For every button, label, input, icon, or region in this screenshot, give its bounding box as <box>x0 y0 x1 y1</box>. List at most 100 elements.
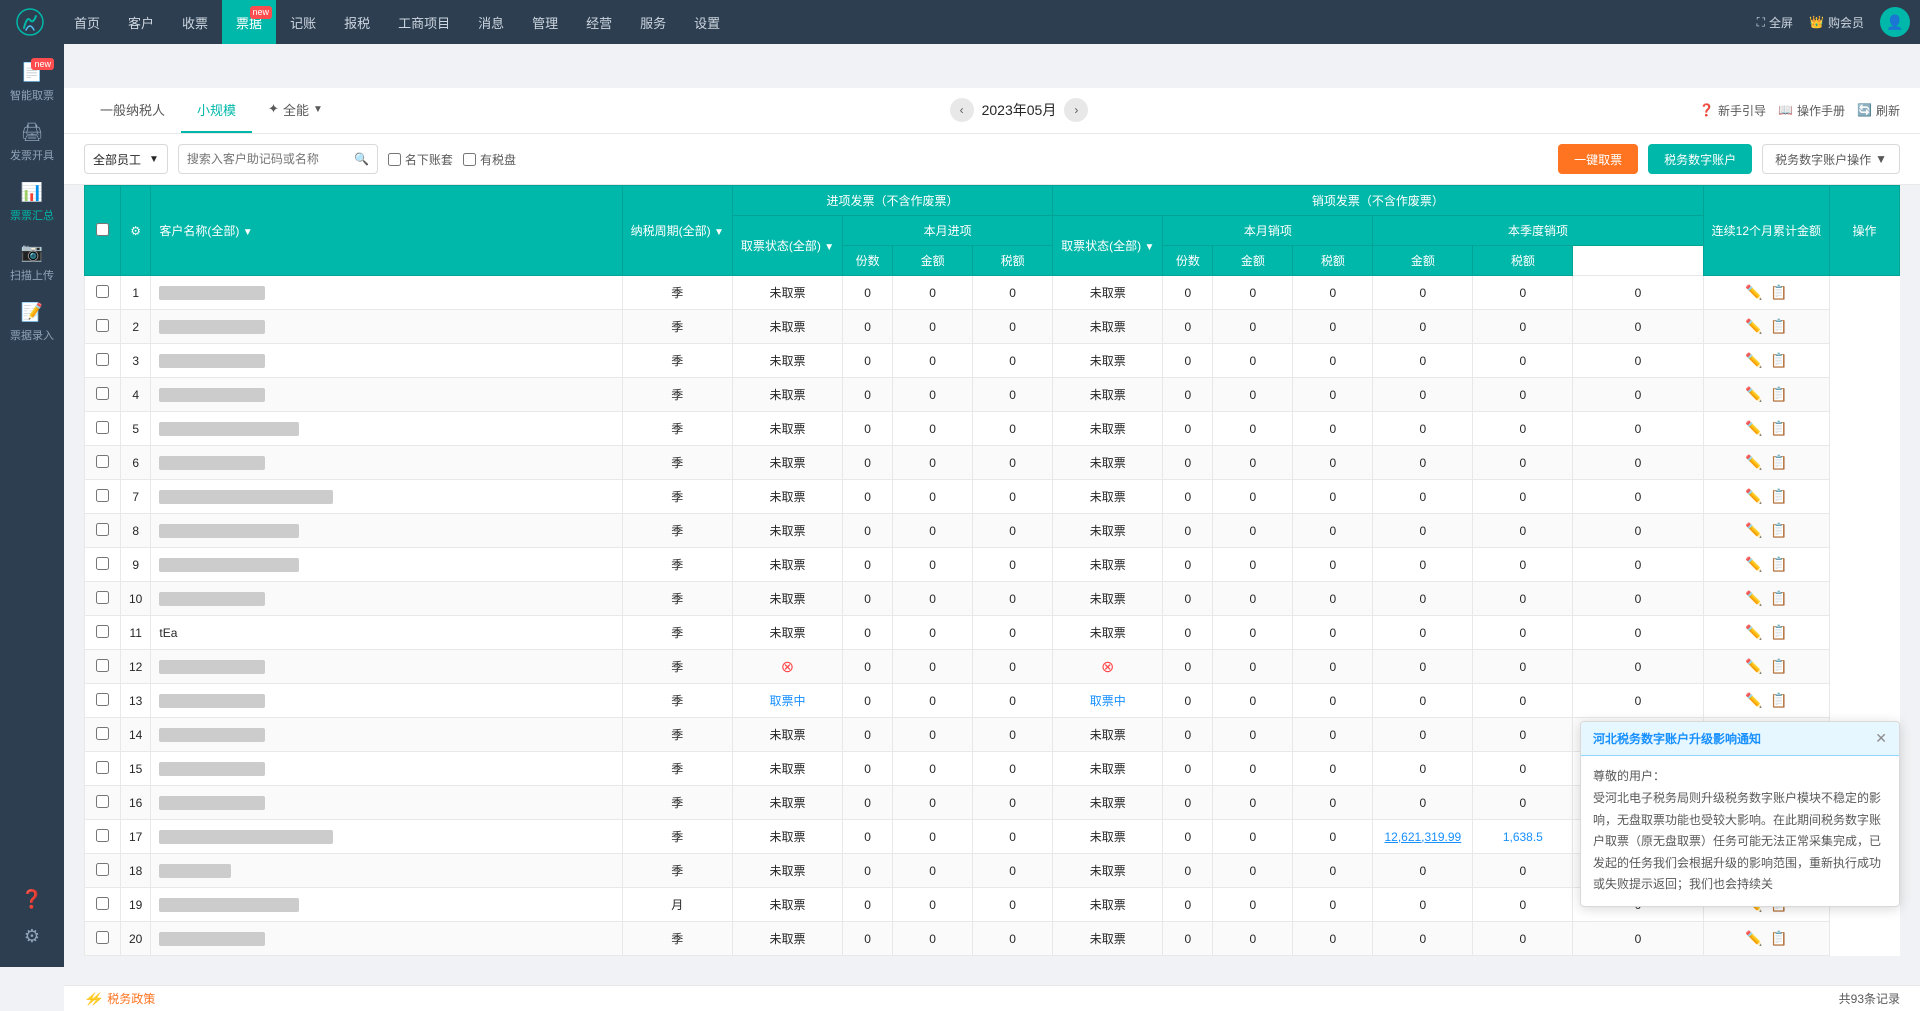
td-in-status[interactable]: 未取票 <box>732 888 842 922</box>
edit-btn[interactable]: ✏️ <box>1743 452 1764 473</box>
td-checkbox[interactable] <box>85 446 121 480</box>
td-out-status[interactable]: 未取票 <box>1053 310 1163 344</box>
copy-btn[interactable]: 📋 <box>1768 486 1789 507</box>
td-in-status[interactable]: 未取票 <box>732 922 842 956</box>
td-checkbox[interactable] <box>85 548 121 582</box>
td-checkbox[interactable] <box>85 752 121 786</box>
tax-policy-link[interactable]: ⚡ ⚡ 税务政策 <box>84 990 155 1007</box>
nav-business[interactable]: 工商项目 <box>384 0 464 44</box>
nav-manage[interactable]: 管理 <box>518 0 572 44</box>
nav-messages[interactable]: 消息 <box>464 0 518 44</box>
td-in-status[interactable]: 未取票 <box>732 854 842 888</box>
td-checkbox[interactable] <box>85 820 121 854</box>
employee-filter[interactable]: 全部员工 ▼ <box>84 144 168 174</box>
edit-btn[interactable]: ✏️ <box>1743 622 1764 643</box>
td-in-status[interactable]: 未取票 <box>732 412 842 446</box>
td-in-status[interactable]: 未取票 <box>732 378 842 412</box>
td-in-status[interactable]: 未取票 <box>732 548 842 582</box>
td-in-status[interactable]: 未取票 <box>732 446 842 480</box>
copy-btn[interactable]: 📋 <box>1768 554 1789 575</box>
settings-icon[interactable]: ⚙ <box>24 926 40 947</box>
edit-btn[interactable]: ✏️ <box>1743 384 1764 405</box>
td-out-status[interactable]: 未取票 <box>1053 344 1163 378</box>
td-season-amount[interactable]: 12,621,319.99 <box>1373 820 1473 854</box>
sidebar-item-invoice-summary[interactable]: 📊 票票汇总 <box>0 172 64 232</box>
fullscreen-btn[interactable]: ⛶ 全屏 <box>1757 14 1793 31</box>
name-accounts-checkbox[interactable]: 名下账套 <box>388 151 453 168</box>
select-all-checkbox[interactable] <box>96 223 109 236</box>
td-out-status[interactable]: 未取票 <box>1053 752 1163 786</box>
td-out-status[interactable]: 未取票 <box>1053 276 1163 310</box>
td-checkbox[interactable] <box>85 310 121 344</box>
td-in-status[interactable]: ⊗ <box>732 650 842 684</box>
copy-btn[interactable]: 📋 <box>1768 350 1789 371</box>
has-taxdisk-checkbox[interactable]: 有税盘 <box>463 151 516 168</box>
sidebar-item-smart-fetch[interactable]: 📄 智能取票 new <box>0 52 64 112</box>
tab-small-scale[interactable]: 小规模 <box>181 87 252 133</box>
td-out-status[interactable]: 未取票 <box>1053 922 1163 956</box>
sidebar-item-invoice-entry[interactable]: 📝 票据录入 <box>0 292 64 352</box>
search-icon[interactable]: 🔍 <box>354 152 369 166</box>
td-checkbox[interactable] <box>85 718 121 752</box>
td-checkbox[interactable] <box>85 344 121 378</box>
td-out-status[interactable]: 未取票 <box>1053 820 1163 854</box>
td-checkbox[interactable] <box>85 616 121 650</box>
td-out-status[interactable]: 未取票 <box>1053 718 1163 752</box>
td-in-status[interactable]: 未取票 <box>732 820 842 854</box>
copy-btn[interactable]: 📋 <box>1768 452 1789 473</box>
td-checkbox[interactable] <box>85 888 121 922</box>
sidebar-item-invoice-issue[interactable]: 🖨 发票开具 <box>0 112 64 172</box>
td-checkbox[interactable] <box>85 684 121 718</box>
td-checkbox[interactable] <box>85 412 121 446</box>
td-out-status[interactable]: 未取票 <box>1053 854 1163 888</box>
search-input[interactable] <box>187 152 354 166</box>
td-out-status[interactable]: 未取票 <box>1053 548 1163 582</box>
td-in-status[interactable]: 未取票 <box>732 310 842 344</box>
manual-btn[interactable]: 📖 操作手册 <box>1778 102 1845 119</box>
one-click-btn[interactable]: 一键取票 <box>1558 144 1638 174</box>
td-in-status[interactable]: 未取票 <box>732 718 842 752</box>
td-in-status[interactable]: 未取票 <box>732 786 842 820</box>
td-in-status[interactable]: 未取票 <box>732 514 842 548</box>
td-checkbox[interactable] <box>85 378 121 412</box>
next-month-btn[interactable]: › <box>1064 98 1088 122</box>
edit-btn[interactable]: ✏️ <box>1743 690 1764 711</box>
copy-btn[interactable]: 📋 <box>1768 928 1789 949</box>
edit-btn[interactable]: ✏️ <box>1743 554 1764 575</box>
edit-btn[interactable]: ✏️ <box>1743 656 1764 677</box>
nav-bookkeeping[interactable]: 记账 <box>276 0 330 44</box>
copy-btn[interactable]: 📋 <box>1768 690 1789 711</box>
td-checkbox[interactable] <box>85 650 121 684</box>
td-out-status[interactable]: 未取票 <box>1053 446 1163 480</box>
edit-btn[interactable]: ✏️ <box>1743 316 1764 337</box>
td-out-status[interactable]: 未取票 <box>1053 582 1163 616</box>
td-in-status[interactable]: 未取票 <box>732 752 842 786</box>
td-in-status[interactable]: 未取票 <box>732 344 842 378</box>
copy-btn[interactable]: 📋 <box>1768 588 1789 609</box>
nav-customer[interactable]: 客户 <box>114 0 168 44</box>
help-icon[interactable]: ❓ <box>21 889 43 910</box>
td-checkbox[interactable] <box>85 786 121 820</box>
td-out-status[interactable]: ⊗ <box>1053 650 1163 684</box>
user-avatar[interactable]: 👤 <box>1880 7 1910 37</box>
copy-btn[interactable]: 📋 <box>1768 316 1789 337</box>
td-out-status[interactable]: 未取票 <box>1053 888 1163 922</box>
td-checkbox[interactable] <box>85 854 121 888</box>
nav-settings[interactable]: 设置 <box>680 0 734 44</box>
td-checkbox[interactable] <box>85 514 121 548</box>
nav-operations[interactable]: 经营 <box>572 0 626 44</box>
edit-btn[interactable]: ✏️ <box>1743 588 1764 609</box>
copy-btn[interactable]: 📋 <box>1768 282 1789 303</box>
td-in-status[interactable]: 未取票 <box>732 616 842 650</box>
digital-account-btn[interactable]: 税务数字账户 <box>1648 144 1752 174</box>
td-checkbox[interactable] <box>85 582 121 616</box>
copy-btn[interactable]: 📋 <box>1768 622 1789 643</box>
member-btn[interactable]: 👑 购会员 <box>1809 14 1864 31</box>
nav-services[interactable]: 服务 <box>626 0 680 44</box>
edit-btn[interactable]: ✏️ <box>1743 350 1764 371</box>
nav-receive[interactable]: 收票 <box>168 0 222 44</box>
copy-btn[interactable]: 📋 <box>1768 384 1789 405</box>
refresh-btn[interactable]: 🔄 刷新 <box>1857 102 1900 119</box>
new-guide-btn[interactable]: ❓ 新手引导 <box>1699 102 1766 119</box>
td-out-status[interactable]: 未取票 <box>1053 514 1163 548</box>
